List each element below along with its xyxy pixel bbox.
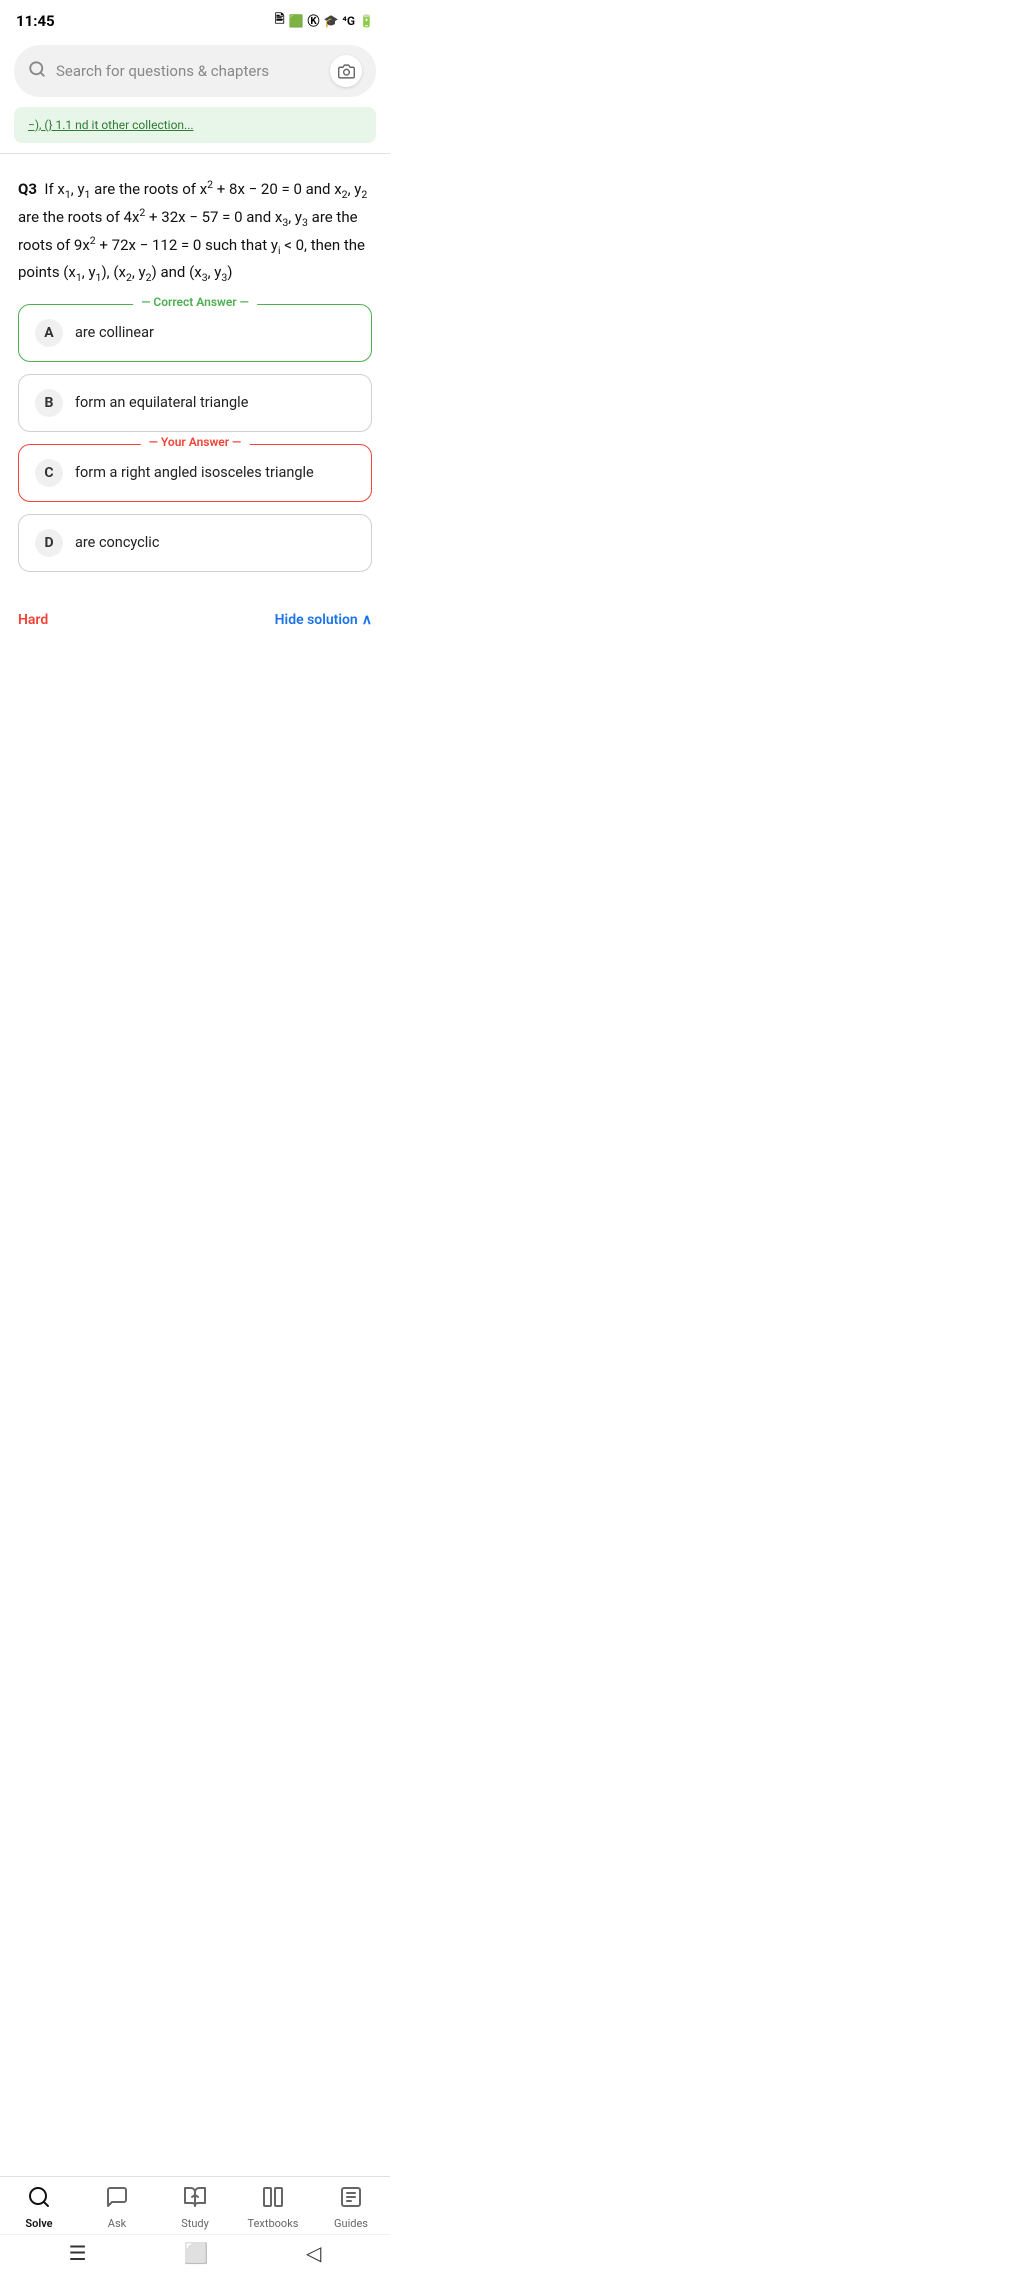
- screen-record-icon: 🟩: [288, 14, 303, 28]
- option-a-text: are collinear: [75, 323, 154, 343]
- difficulty-tag: Hard: [18, 612, 48, 628]
- option-b-text: form an equilateral triangle: [75, 393, 248, 413]
- option-d-card[interactable]: D are concyclic: [18, 514, 372, 572]
- signal-icon: ⁴G: [342, 14, 355, 28]
- guides-icon: [339, 2185, 363, 2215]
- question-number: Q3: [18, 180, 37, 198]
- option-a-card[interactable]: — Correct Answer — A are collinear: [18, 304, 372, 362]
- battery-icon: 🔋: [359, 14, 374, 28]
- system-nav: ☰ ⬜ ◁: [0, 2234, 390, 2275]
- status-time: 11:45: [16, 12, 55, 30]
- nav-item-textbooks[interactable]: Textbooks: [243, 2185, 303, 2230]
- search-icon: [28, 60, 46, 83]
- status-icons: 🖹 🟩 Ⓚ 🎓 ⁴G 🔋: [275, 10, 374, 31]
- question-container: Q3 If x1, y1 are the roots of x2 + 8x − …: [0, 162, 390, 604]
- question-meta: Hard Hide solution ∧: [0, 604, 390, 644]
- back-icon[interactable]: ◁: [306, 2241, 321, 2265]
- banner-text: −), (} 1.1 nd it other collection...: [28, 118, 194, 132]
- menu-icon[interactable]: ☰: [69, 2241, 87, 2265]
- question-text: Q3 If x1, y1 are the roots of x2 + 8x − …: [18, 176, 372, 286]
- nav-items: Solve Ask Study: [0, 2177, 390, 2234]
- option-c-card[interactable]: — Your Answer — C form a right angled is…: [18, 444, 372, 502]
- option-c-text: form a right angled isosceles triangle: [75, 463, 314, 483]
- option-c-bullet: C: [35, 459, 63, 487]
- nav-item-ask[interactable]: Ask: [87, 2185, 147, 2230]
- nav-label-ask: Ask: [108, 2217, 126, 2230]
- nav-label-study: Study: [181, 2217, 209, 2230]
- options-container: — Correct Answer — A are collinear B for…: [18, 304, 372, 572]
- divider: [0, 153, 390, 154]
- nav-item-guides[interactable]: Guides: [321, 2185, 381, 2230]
- chevron-up-icon: ∧: [362, 612, 372, 628]
- hide-solution-label: Hide solution: [275, 612, 358, 628]
- study-icon: [183, 2185, 207, 2215]
- nav-label-solve: Solve: [25, 2217, 52, 2230]
- headphone-icon: 🎓: [323, 14, 338, 28]
- hide-solution-button[interactable]: Hide solution ∧: [275, 612, 372, 628]
- search-bar[interactable]: Search for questions & chapters: [14, 45, 376, 97]
- option-a-bullet: A: [35, 319, 63, 347]
- home-icon[interactable]: ⬜: [184, 2241, 209, 2265]
- ask-icon: [105, 2185, 129, 2215]
- solve-icon: [27, 2185, 51, 2215]
- status-bar: 11:45 🖹 🟩 Ⓚ 🎓 ⁴G 🔋: [0, 0, 390, 37]
- nav-label-textbooks: Textbooks: [248, 2217, 299, 2230]
- option-d-bullet: D: [35, 529, 63, 557]
- option-b-card[interactable]: B form an equilateral triangle: [18, 374, 372, 432]
- notification-icon: 🖹: [275, 10, 285, 31]
- correct-answer-badge: — Correct Answer —: [133, 295, 257, 309]
- your-answer-badge: — Your Answer —: [141, 435, 250, 449]
- nav-item-study[interactable]: Study: [165, 2185, 225, 2230]
- nav-label-guides: Guides: [334, 2217, 368, 2230]
- textbooks-icon: [261, 2185, 285, 2215]
- camera-button[interactable]: [330, 55, 362, 87]
- collection-banner: −), (} 1.1 nd it other collection...: [14, 107, 376, 143]
- option-d-text: are concyclic: [75, 533, 159, 553]
- nav-item-solve[interactable]: Solve: [9, 2185, 69, 2230]
- bottom-nav: Solve Ask Study: [0, 2176, 390, 2275]
- search-placeholder: Search for questions & chapters: [56, 62, 320, 80]
- option-b-bullet: B: [35, 389, 63, 417]
- kaios-icon: Ⓚ: [307, 12, 319, 29]
